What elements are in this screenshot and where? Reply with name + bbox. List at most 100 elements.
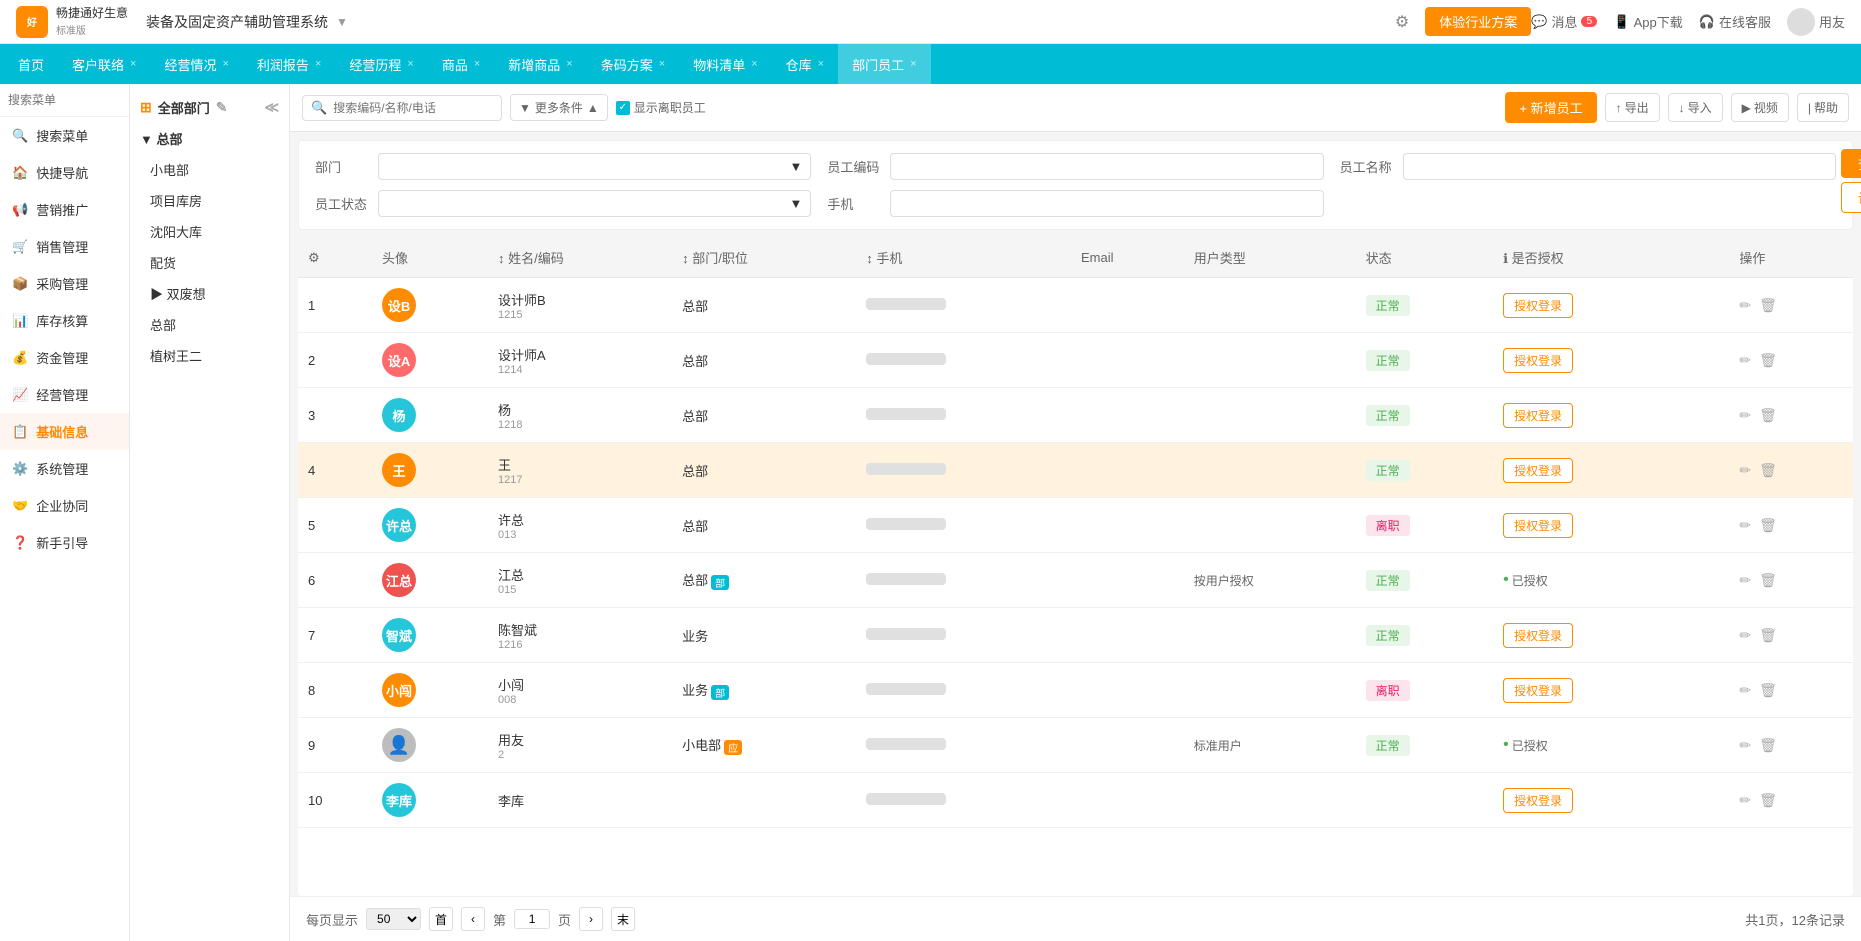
dept-item-植树王二[interactable]: 植树王二 bbox=[130, 340, 289, 371]
edit-icon[interactable]: ✏ bbox=[1739, 792, 1751, 809]
export-button[interactable]: ↑ 导出 bbox=[1605, 93, 1660, 122]
search-wrap[interactable]: 🔍 bbox=[302, 95, 502, 121]
nav-tab-新增商品[interactable]: 新增商品× bbox=[494, 44, 586, 84]
close-tab-icon[interactable]: × bbox=[659, 58, 665, 70]
sidebar-item-sales[interactable]: 🛒销售管理 bbox=[0, 228, 129, 265]
nav-tab-首页[interactable]: 首页 bbox=[4, 44, 58, 84]
delete-icon[interactable]: 🗑 bbox=[1759, 462, 1777, 479]
edit-icon[interactable]: ✏ bbox=[1739, 462, 1751, 479]
auth-login-button[interactable]: 授权登录 bbox=[1503, 293, 1573, 318]
edit-icon[interactable]: ✏ bbox=[1739, 517, 1751, 534]
sidebar-item-purchase[interactable]: 📦采购管理 bbox=[0, 265, 129, 302]
nav-tab-经营情况[interactable]: 经营情况× bbox=[150, 44, 242, 84]
sidebar-item-inventory[interactable]: 📊库存核算 bbox=[0, 302, 129, 339]
dept-settings-icon[interactable]: ✎ bbox=[216, 99, 228, 116]
app-download-btn[interactable]: 📱 App下载 bbox=[1613, 12, 1682, 31]
close-tab-icon[interactable]: × bbox=[222, 58, 228, 70]
user-area[interactable]: 用友 bbox=[1787, 8, 1845, 36]
dept-item-小电部[interactable]: 小电部 bbox=[130, 154, 289, 185]
dept-item-项目库房[interactable]: 项目库房 bbox=[130, 185, 289, 216]
add-employee-button[interactable]: + 新增员工 bbox=[1505, 92, 1596, 123]
query-button[interactable]: 查询 bbox=[1841, 149, 1861, 178]
next-page-button[interactable]: › bbox=[579, 907, 603, 931]
edit-icon[interactable]: ✏ bbox=[1739, 737, 1751, 754]
nav-tab-部门员工[interactable]: 部门员工× bbox=[838, 44, 930, 84]
message-btn[interactable]: 💬 消息 5 bbox=[1531, 12, 1597, 31]
auth-login-button[interactable]: 授权登录 bbox=[1503, 348, 1573, 373]
page-input[interactable] bbox=[514, 909, 550, 929]
close-tab-icon[interactable]: × bbox=[130, 58, 136, 70]
emp-status-select[interactable]: ▼ bbox=[378, 190, 811, 217]
delete-icon[interactable]: 🗑 bbox=[1759, 682, 1777, 699]
auth-login-button[interactable]: 授权登录 bbox=[1503, 623, 1573, 648]
delete-icon[interactable]: 🗑 bbox=[1759, 792, 1777, 809]
emp-code-input[interactable] bbox=[890, 153, 1323, 180]
edit-icon[interactable]: ✏ bbox=[1739, 352, 1751, 369]
close-tab-icon[interactable]: × bbox=[315, 58, 321, 70]
delete-icon[interactable]: 🗑 bbox=[1759, 407, 1777, 424]
sidebar-item-marketing[interactable]: 📢营销推广 bbox=[0, 191, 129, 228]
import-button[interactable]: ↓ 导入 bbox=[1668, 93, 1723, 122]
help-button[interactable]: | 帮助 bbox=[1797, 93, 1849, 122]
nav-tab-客户联络[interactable]: 客户联络× bbox=[58, 44, 150, 84]
close-tab-icon[interactable]: × bbox=[818, 58, 824, 70]
nav-tab-经营历程[interactable]: 经营历程× bbox=[335, 44, 427, 84]
dropdown-arrow-icon[interactable]: ▼ bbox=[336, 15, 348, 29]
more-filter-btn[interactable]: ▼ 更多条件 ▲ bbox=[510, 94, 608, 121]
sidebar-search-input[interactable] bbox=[8, 93, 130, 107]
dept-item-总部[interactable]: ▼ 总部 bbox=[130, 123, 289, 154]
nav-tab-条码方案[interactable]: 条码方案× bbox=[587, 44, 679, 84]
delete-icon[interactable]: 🗑 bbox=[1759, 627, 1777, 644]
last-page-button[interactable]: 末 bbox=[611, 907, 635, 931]
edit-icon[interactable]: ✏ bbox=[1739, 297, 1751, 314]
dept-select[interactable]: ▼ bbox=[378, 153, 811, 180]
filter-settings-button[interactable]: 设置 bbox=[1841, 182, 1861, 213]
per-page-select[interactable]: 50 20 100 bbox=[366, 908, 421, 930]
delete-icon[interactable]: 🗑 bbox=[1759, 737, 1777, 754]
sidebar-item-search[interactable]: 🔍搜索菜单 bbox=[0, 117, 129, 154]
prev-page-button[interactable]: ‹ bbox=[461, 907, 485, 931]
auth-login-button[interactable]: 授权登录 bbox=[1503, 403, 1573, 428]
dept-item-总部[interactable]: 总部 bbox=[130, 309, 289, 340]
delete-icon[interactable]: 🗑 bbox=[1759, 297, 1777, 314]
edit-icon[interactable]: ✏ bbox=[1739, 407, 1751, 424]
sidebar-search[interactable]: 🔍 bbox=[0, 84, 129, 117]
delete-icon[interactable]: 🗑 bbox=[1759, 572, 1777, 589]
first-page-button[interactable]: 首 bbox=[429, 907, 453, 931]
online-service-btn[interactable]: 🎧 在线客服 bbox=[1699, 12, 1771, 31]
edit-icon[interactable]: ✏ bbox=[1739, 627, 1751, 644]
close-tab-icon[interactable]: × bbox=[751, 58, 757, 70]
collapse-icon[interactable]: ≪ bbox=[264, 99, 279, 116]
close-tab-icon[interactable]: × bbox=[910, 58, 916, 70]
auth-login-button[interactable]: 授权登录 bbox=[1503, 513, 1573, 538]
show-resign-checkbox[interactable]: ✓ bbox=[616, 101, 630, 115]
view-button[interactable]: ▶ 视频 bbox=[1731, 93, 1789, 122]
sidebar-item-basic[interactable]: 📋基础信息 bbox=[0, 413, 129, 450]
auth-login-button[interactable]: 授权登录 bbox=[1503, 458, 1573, 483]
sidebar-item-shortcut[interactable]: 🏠快捷导航 bbox=[0, 154, 129, 191]
sidebar-item-system[interactable]: ⚙️系统管理 bbox=[0, 450, 129, 487]
delete-icon[interactable]: 🗑 bbox=[1759, 352, 1777, 369]
phone-input[interactable] bbox=[890, 190, 1323, 217]
dept-item-沈阳大库[interactable]: 沈阳大库 bbox=[130, 216, 289, 247]
delete-icon[interactable]: 🗑 bbox=[1759, 517, 1777, 534]
close-tab-icon[interactable]: × bbox=[566, 58, 572, 70]
sidebar-item-operation[interactable]: 📈经营管理 bbox=[0, 376, 129, 413]
nav-tab-物料清单[interactable]: 物料清单× bbox=[679, 44, 771, 84]
nav-tab-商品[interactable]: 商品× bbox=[428, 44, 494, 84]
edit-icon[interactable]: ✏ bbox=[1739, 682, 1751, 699]
close-tab-icon[interactable]: × bbox=[407, 58, 413, 70]
auth-login-button[interactable]: 授权登录 bbox=[1503, 788, 1573, 813]
close-tab-icon[interactable]: × bbox=[474, 58, 480, 70]
sidebar-item-enterprise[interactable]: 🤝企业协同 bbox=[0, 487, 129, 524]
dept-item-配货[interactable]: 配货 bbox=[130, 247, 289, 278]
dept-item-双废想[interactable]: ▶ 双废想 bbox=[130, 278, 289, 309]
sidebar-item-finance[interactable]: 💰资金管理 bbox=[0, 339, 129, 376]
show-resign-wrap[interactable]: ✓ 显示离职员工 bbox=[616, 99, 706, 116]
sidebar-item-guide[interactable]: ❓新手引导 bbox=[0, 524, 129, 561]
gear-icon[interactable]: ⚙ bbox=[1395, 12, 1409, 32]
nav-tab-仓库[interactable]: 仓库× bbox=[772, 44, 838, 84]
search-input[interactable] bbox=[333, 101, 483, 115]
trial-button[interactable]: 体验行业方案 bbox=[1425, 7, 1531, 36]
edit-icon[interactable]: ✏ bbox=[1739, 572, 1751, 589]
